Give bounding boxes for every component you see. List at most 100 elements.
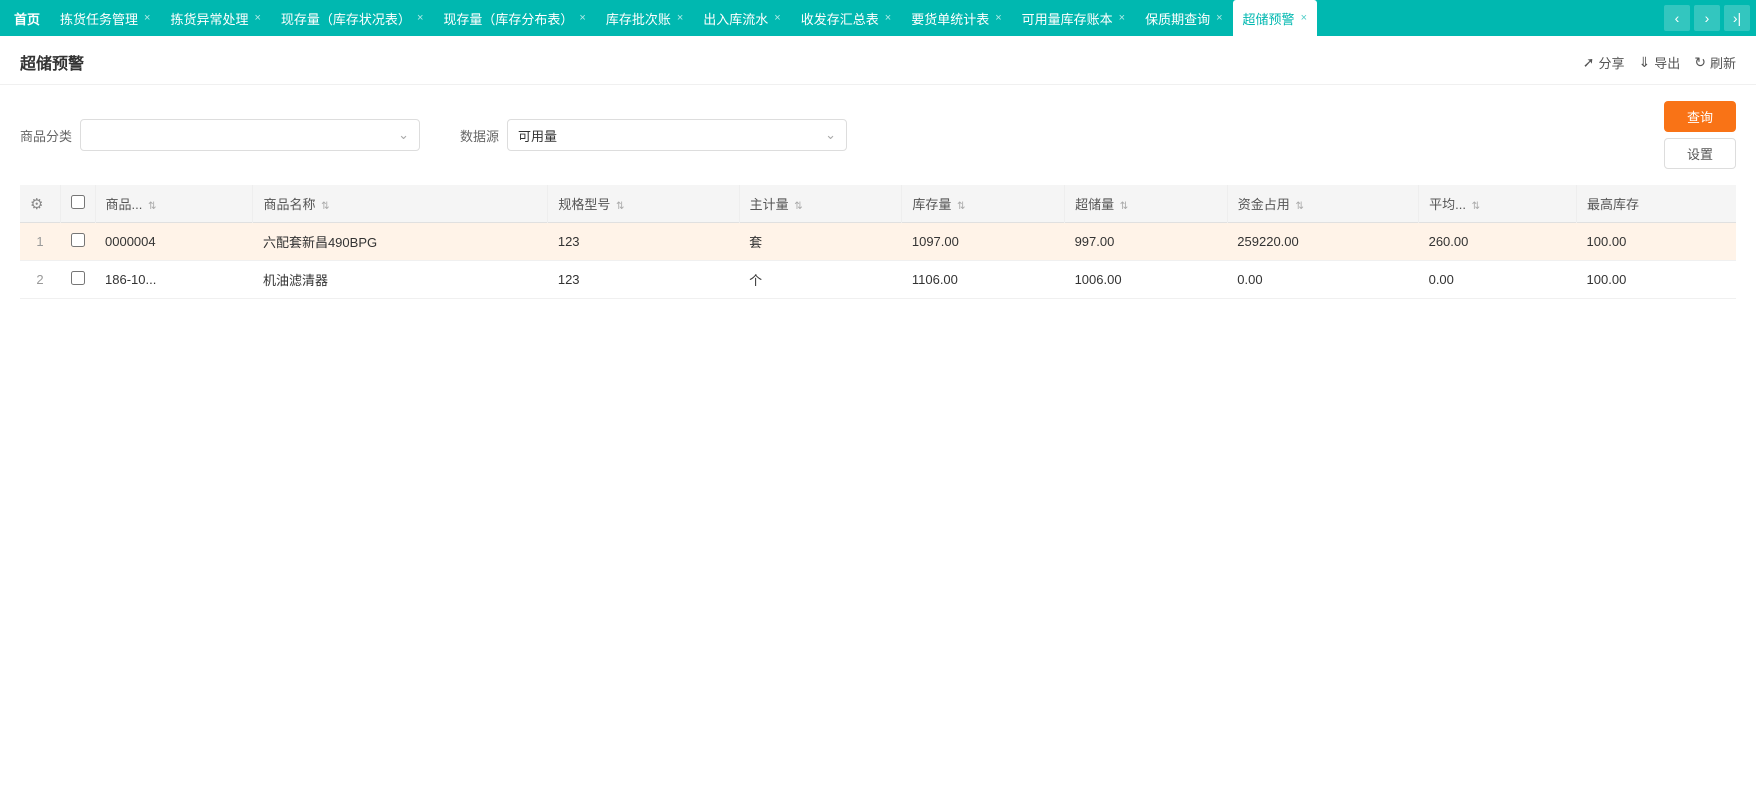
nav-tab-6[interactable]: 出入库流水 × — [693, 0, 790, 36]
nav-more-button[interactable]: ›| — [1724, 5, 1750, 31]
col-unit-label: 主计量 — [750, 197, 789, 212]
close-icon[interactable]: × — [1301, 12, 1307, 24]
close-icon[interactable]: × — [417, 12, 423, 24]
top-navigation: 首页 拣货任务管理 × 拣货异常处理 × 现存量（库存状况表） × 现存量（库存… — [0, 0, 1756, 36]
sort-icon: ⇅ — [321, 201, 329, 212]
gear-icon[interactable]: ⚙ — [30, 196, 43, 213]
nav-tab-3[interactable]: 现存量（库存状况表） × — [271, 0, 433, 36]
category-select[interactable]: ⌄ — [80, 119, 420, 151]
share-button[interactable]: ➚ 分享 — [1583, 53, 1625, 72]
sort-icon: ⇅ — [1295, 201, 1303, 212]
sort-icon: ⇅ — [794, 201, 802, 212]
category-filter: 商品分类 ⌄ — [20, 119, 420, 151]
nav-prev-button[interactable]: ‹ — [1664, 5, 1690, 31]
datasource-filter-label: 数据源 — [460, 126, 499, 145]
col-checkbox — [60, 185, 95, 223]
col-avg-label: 平均... — [1429, 197, 1466, 212]
row-index: 1 — [20, 223, 60, 261]
close-icon[interactable]: × — [995, 12, 1001, 24]
nav-tab-2[interactable]: 拣货异常处理 × — [160, 0, 270, 36]
row-checkbox-cell — [60, 223, 95, 261]
sort-icon: ⇅ — [1120, 201, 1128, 212]
refresh-button[interactable]: ↻ 刷新 — [1694, 53, 1736, 72]
col-unit[interactable]: 主计量 ⇅ — [739, 185, 902, 223]
nav-tab-label-1: 拣货任务管理 — [60, 9, 138, 28]
nav-tab-label-6: 出入库流水 — [703, 9, 768, 28]
table-header-row: ⚙ 商品... ⇅ 商品名称 ⇅ 规格型号 ⇅ — [20, 185, 1736, 223]
col-maxstock[interactable]: 最高库存 — [1577, 185, 1736, 223]
nav-tab-4[interactable]: 现存量（库存分布表） × — [433, 0, 595, 36]
col-stock[interactable]: 库存量 ⇅ — [902, 185, 1065, 223]
nav-tab-label-2: 拣货异常处理 — [170, 9, 248, 28]
page-title: 超储预警 — [20, 50, 84, 74]
share-label: 分享 — [1598, 53, 1624, 72]
data-table-wrapper: ⚙ 商品... ⇅ 商品名称 ⇅ 规格型号 ⇅ — [0, 185, 1756, 299]
close-icon[interactable]: × — [254, 12, 260, 24]
nav-tab-7[interactable]: 收发存汇总表 × — [791, 0, 901, 36]
col-maxstock-label: 最高库存 — [1587, 197, 1639, 212]
row-spec: 123 — [548, 223, 739, 261]
export-icon: ⇓ — [1639, 54, 1651, 71]
nav-arrows: ‹ › ›| — [1662, 5, 1752, 31]
select-all-checkbox[interactable] — [71, 195, 85, 209]
row-product-name: 机油滤清器 — [253, 261, 548, 299]
col-capital[interactable]: 资金占用 ⇅ — [1227, 185, 1418, 223]
col-product-name[interactable]: 商品名称 ⇅ — [253, 185, 548, 223]
nav-tab-9[interactable]: 可用量库存账本 × — [1012, 0, 1135, 36]
nav-tab-1[interactable]: 拣货任务管理 × — [50, 0, 160, 36]
datasource-select[interactable]: 可用量 ⌄ — [507, 119, 847, 151]
close-icon[interactable]: × — [885, 12, 891, 24]
col-avg[interactable]: 平均... ⇅ — [1419, 185, 1577, 223]
row-avg: 0.00 — [1419, 261, 1577, 299]
close-icon[interactable]: × — [144, 12, 150, 24]
chevron-down-icon: ⌄ — [398, 127, 409, 143]
nav-tab-home[interactable]: 首页 — [4, 0, 50, 36]
col-capital-label: 资金占用 — [1238, 197, 1290, 212]
export-label: 导出 — [1654, 53, 1680, 72]
nav-tab-label-11: 超储预警 — [1243, 9, 1295, 28]
page-header: 超储预警 ➚ 分享 ⇓ 导出 ↻ 刷新 — [0, 36, 1756, 85]
col-spec[interactable]: 规格型号 ⇅ — [548, 185, 739, 223]
nav-tab-label-8: 要货单统计表 — [911, 9, 989, 28]
settings-button[interactable]: 设置 — [1664, 138, 1736, 169]
row-maxstock: 100.00 — [1577, 223, 1736, 261]
row-stock: 1097.00 — [902, 223, 1065, 261]
row-checkbox[interactable] — [71, 233, 85, 247]
row-product-code: 0000004 — [95, 223, 253, 261]
sort-icon: ⇅ — [1472, 201, 1480, 212]
nav-next-button[interactable]: › — [1694, 5, 1720, 31]
nav-tab-8[interactable]: 要货单统计表 × — [901, 0, 1011, 36]
nav-tab-label-3: 现存量（库存状况表） — [281, 9, 411, 28]
nav-tab-10[interactable]: 保质期查询 × — [1135, 0, 1232, 36]
col-product-code[interactable]: 商品... ⇅ — [95, 185, 253, 223]
row-index: 2 — [20, 261, 60, 299]
close-icon[interactable]: × — [1216, 12, 1222, 24]
nav-tab-label-5: 库存批次账 — [606, 9, 671, 28]
col-overstock[interactable]: 超储量 ⇅ — [1065, 185, 1228, 223]
row-spec: 123 — [548, 261, 739, 299]
row-product-code: 186-10... — [95, 261, 253, 299]
row-checkbox[interactable] — [71, 271, 85, 285]
nav-home-label: 首页 — [14, 9, 40, 28]
query-button[interactable]: 查询 — [1664, 101, 1736, 132]
row-stock: 1106.00 — [902, 261, 1065, 299]
row-capital: 259220.00 — [1227, 223, 1418, 261]
nav-tab-5[interactable]: 库存批次账 × — [596, 0, 693, 36]
row-capital: 0.00 — [1227, 261, 1418, 299]
page-content: 超储预警 ➚ 分享 ⇓ 导出 ↻ 刷新 商品分类 ⌄ 数据源 — [0, 36, 1756, 800]
export-button[interactable]: ⇓ 导出 — [1639, 53, 1681, 72]
refresh-label: 刷新 — [1710, 53, 1736, 72]
close-icon[interactable]: × — [579, 12, 585, 24]
col-spec-label: 规格型号 — [558, 197, 610, 212]
close-icon[interactable]: × — [677, 12, 683, 24]
row-avg: 260.00 — [1419, 223, 1577, 261]
nav-tab-11[interactable]: 超储预警 × — [1233, 0, 1317, 36]
table-row: 1 0000004 六配套新昌490BPG 123 套 1097.00 997.… — [20, 223, 1736, 261]
category-select-value — [91, 128, 95, 143]
col-product-code-label: 商品... — [106, 197, 143, 212]
row-unit: 套 — [739, 223, 902, 261]
filter-area: 商品分类 ⌄ 数据源 可用量 ⌄ 查询 设置 — [0, 85, 1756, 185]
close-icon[interactable]: × — [774, 12, 780, 24]
header-actions: ➚ 分享 ⇓ 导出 ↻ 刷新 — [1583, 53, 1736, 72]
close-icon[interactable]: × — [1119, 12, 1125, 24]
